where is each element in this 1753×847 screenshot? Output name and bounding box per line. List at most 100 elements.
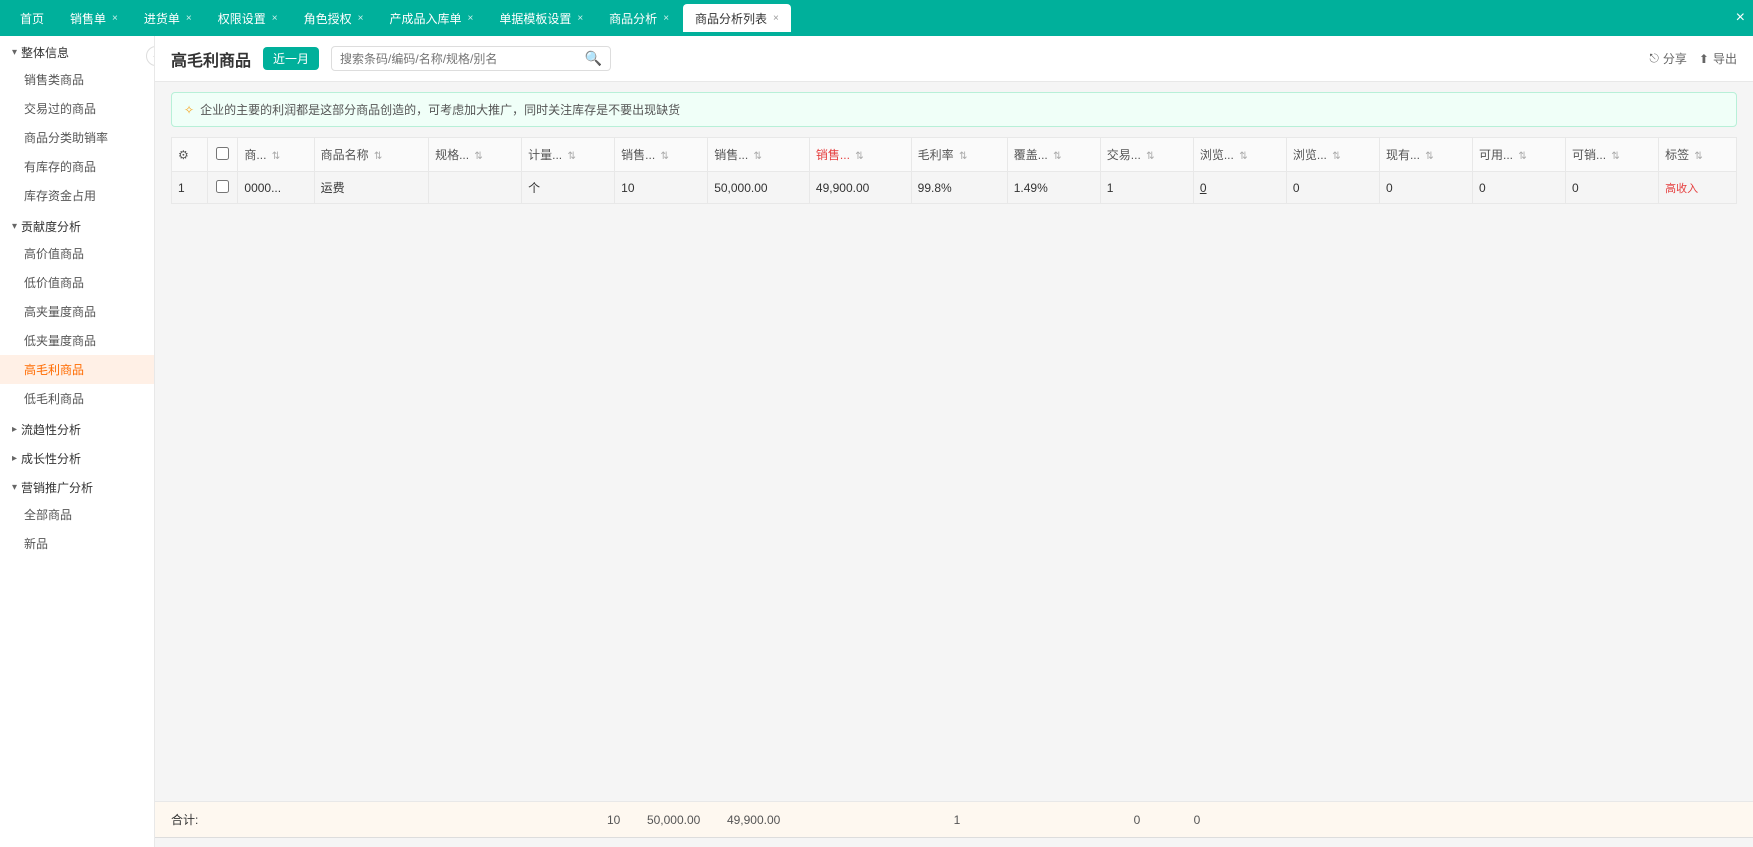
th-views1[interactable]: 浏览... ⇅ xyxy=(1193,138,1286,172)
th-gross-margin[interactable]: 毛利率 ⇅ xyxy=(911,138,1007,172)
tab-close-icon[interactable]: × xyxy=(577,13,583,24)
td-code: 0000... xyxy=(238,172,314,204)
footer-cell-empty1 xyxy=(206,813,236,827)
sidebar-item-new-products[interactable]: 新品 xyxy=(0,529,154,558)
th-code[interactable]: 商... ⇅ xyxy=(238,138,314,172)
window-close-button[interactable]: × xyxy=(1736,9,1745,27)
tab-product-analysis[interactable]: 商品分析 × xyxy=(597,4,681,32)
sidebar-item-low-value[interactable]: 低价值商品 xyxy=(0,268,154,297)
tab-sales-order[interactable]: 销售单 × xyxy=(58,4,130,32)
tab-role-auth[interactable]: 角色授权 × xyxy=(292,4,376,32)
th-saleable-stock[interactable]: 可销... ⇅ xyxy=(1566,138,1659,172)
tab-label: 商品分析 xyxy=(609,10,657,27)
tab-label: 进货单 xyxy=(144,10,180,27)
footer-cell-empty4 xyxy=(326,813,446,827)
sidebar-group-trend[interactable]: ▸ 流趋性分析 xyxy=(0,413,154,442)
th-trade[interactable]: 交易... ⇅ xyxy=(1100,138,1193,172)
group-title: 流趋性分析 xyxy=(21,421,81,438)
tab-close-icon[interactable]: × xyxy=(663,13,669,24)
content-header: 高毛利商品 近一月 🔍 ⎋ 分享 ⬆ 导出 xyxy=(155,36,1753,82)
group-title: 整体信息 xyxy=(21,44,69,61)
tab-close-icon[interactable]: × xyxy=(773,13,779,24)
group-title: 成长性分析 xyxy=(21,450,81,467)
td-available-stock: 0 xyxy=(1472,172,1565,204)
td-sales-qty: 10 xyxy=(615,172,708,204)
search-icon[interactable]: 🔍 xyxy=(585,50,602,67)
tab-permission-settings[interactable]: 权限设置 × xyxy=(206,4,290,32)
top-navigation: 首页 销售单 × 进货单 × 权限设置 × 角色授权 × 产成品入库单 × 单据… xyxy=(0,0,1753,36)
tab-close-icon[interactable]: × xyxy=(272,13,278,24)
td-unit: 个 xyxy=(522,172,615,204)
td-coverage: 1.49% xyxy=(1007,172,1100,204)
sidebar-item-category-rate[interactable]: 商品分类助销率 xyxy=(0,123,154,152)
select-all-checkbox[interactable] xyxy=(216,147,229,160)
tab-close-icon[interactable]: × xyxy=(358,13,364,24)
sidebar-item-stock-funds[interactable]: 库存资金占用 xyxy=(0,181,154,210)
td-num: 1 xyxy=(172,172,208,204)
th-tag[interactable]: 标签 ⇅ xyxy=(1659,138,1737,172)
td-views2: 0 xyxy=(1286,172,1379,204)
th-name[interactable]: 商品名称 ⇅ xyxy=(314,138,429,172)
th-sales-amount[interactable]: 销售... ⇅ xyxy=(708,138,810,172)
th-coverage[interactable]: 覆盖... ⇅ xyxy=(1007,138,1100,172)
bottom-scrollbar[interactable] xyxy=(155,837,1753,847)
footer-cell-empty3 xyxy=(266,813,326,827)
th-current-stock[interactable]: 现有... ⇅ xyxy=(1379,138,1472,172)
th-sales-profit[interactable]: 销售... ⇅ xyxy=(809,138,911,172)
sidebar-item-low-margin[interactable]: 低毛利商品 xyxy=(0,384,154,413)
sidebar-item-traded-products[interactable]: 交易过的商品 xyxy=(0,94,154,123)
sidebar-item-in-stock[interactable]: 有库存的商品 xyxy=(0,152,154,181)
sidebar-item-high-quantity[interactable]: 高夹量度商品 xyxy=(0,297,154,326)
tab-close-icon[interactable]: × xyxy=(112,13,118,24)
footer-cell-empty5 xyxy=(446,813,506,827)
search-box: 🔍 xyxy=(331,46,611,71)
sidebar-item-low-quantity[interactable]: 低夹量度商品 xyxy=(0,326,154,355)
sidebar-item-sales-products[interactable]: 销售类商品 xyxy=(0,65,154,94)
tab-close-icon[interactable]: × xyxy=(467,13,473,24)
td-views1[interactable]: 0 xyxy=(1193,172,1286,204)
td-checkbox[interactable] xyxy=(208,172,238,204)
row-checkbox[interactable] xyxy=(216,180,229,193)
arrow-right-icon: ▸ xyxy=(12,453,17,464)
sidebar-group-growth[interactable]: ▸ 成长性分析 xyxy=(0,442,154,471)
footer-available-stock: 0 xyxy=(1146,813,1206,827)
th-checkbox xyxy=(208,138,238,172)
header-actions: ⎋ 分享 ⬆ 导出 xyxy=(1649,50,1737,67)
footer-trade: 1 xyxy=(906,813,966,827)
tab-close-icon[interactable]: × xyxy=(186,13,192,24)
sidebar-group-overview[interactable]: ▾ 整体信息 xyxy=(0,36,154,65)
th-settings[interactable]: ⚙ xyxy=(172,138,208,172)
tab-production-inbound[interactable]: 产成品入库单 × xyxy=(377,4,485,32)
tab-product-analysis-list[interactable]: 商品分析列表 × xyxy=(683,4,791,32)
th-sales-qty[interactable]: 销售... ⇅ xyxy=(615,138,708,172)
footer-sales-amount: 50,000.00 xyxy=(626,813,706,827)
share-button[interactable]: ⎋ 分享 xyxy=(1649,50,1687,67)
footer-current-stock: 0 xyxy=(1086,813,1146,827)
share-icon: ⎋ xyxy=(1649,51,1659,66)
export-icon: ⬆ xyxy=(1699,52,1709,66)
tab-template-settings[interactable]: 单据模板设置 × xyxy=(487,4,595,32)
period-button[interactable]: 近一月 xyxy=(263,47,319,70)
footer-empty-views1 xyxy=(966,813,1026,827)
sidebar-item-high-margin[interactable]: 高毛利商品 xyxy=(0,355,154,384)
th-unit[interactable]: 计量... ⇅ xyxy=(522,138,615,172)
td-sales-profit: 49,900.00 xyxy=(809,172,911,204)
footer-sales-profit: 49,900.00 xyxy=(706,813,786,827)
export-button[interactable]: ⬆ 导出 xyxy=(1699,50,1737,67)
th-views2[interactable]: 浏览... ⇅ xyxy=(1286,138,1379,172)
th-available-stock[interactable]: 可用... ⇅ xyxy=(1472,138,1565,172)
table-container[interactable]: ⚙ 商... ⇅ 商品名称 ⇅ 规格... ⇅ 计量... ⇅ 销售... ⇅ … xyxy=(155,137,1753,801)
sidebar-group-contribution[interactable]: ▾ 贡献度分析 xyxy=(0,210,154,239)
search-input[interactable] xyxy=(340,52,581,66)
tab-home[interactable]: 首页 xyxy=(8,4,56,32)
sidebar-group-marketing[interactable]: ▾ 营销推广分析 xyxy=(0,471,154,500)
sidebar-item-all-products[interactable]: 全部商品 xyxy=(0,500,154,529)
arrow-down-icon: ▾ xyxy=(12,482,17,493)
td-name: 运费 xyxy=(314,172,429,204)
views1-link[interactable]: 0 xyxy=(1200,181,1207,195)
th-spec[interactable]: 规格... ⇅ xyxy=(429,138,522,172)
footer-empty-views2 xyxy=(1026,813,1086,827)
table-row: 1 0000... 运费 个 10 50,000.00 49,900.00 99… xyxy=(172,172,1737,204)
tab-purchase-order[interactable]: 进货单 × xyxy=(132,4,204,32)
sidebar-item-high-value[interactable]: 高价值商品 xyxy=(0,239,154,268)
